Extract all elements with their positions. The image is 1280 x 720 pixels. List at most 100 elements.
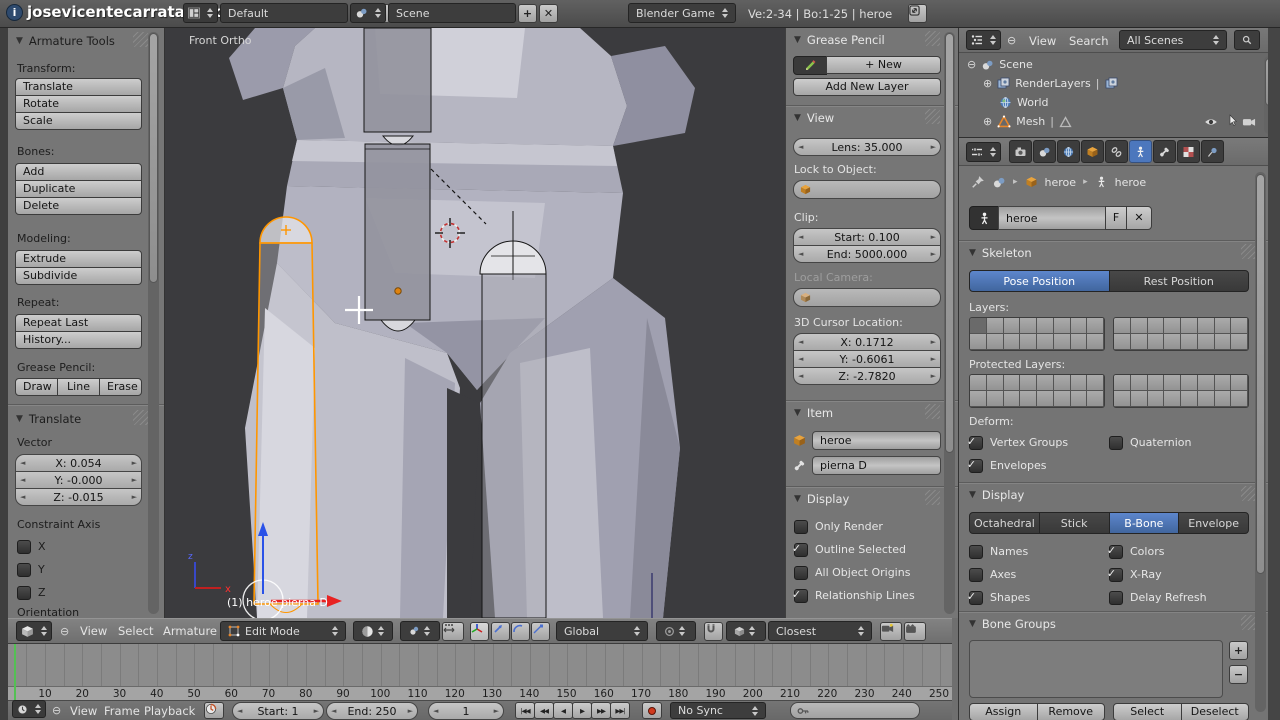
- layer-cell-4[interactable]: [1181, 375, 1198, 391]
- checkbox-names[interactable]: [969, 544, 983, 559]
- layer-cell-5[interactable]: [1053, 318, 1071, 334]
- current-frame-field[interactable]: ◄ 1 ►: [428, 702, 504, 720]
- bone-group-select-button[interactable]: Select: [1113, 703, 1182, 720]
- panel-resize-grip[interactable]: [133, 32, 148, 47]
- layer-cell-12[interactable]: [1037, 391, 1054, 407]
- layer-cell-13[interactable]: [1197, 334, 1215, 350]
- local-camera-field[interactable]: [793, 288, 941, 307]
- outliner-menu-search[interactable]: Search: [1069, 34, 1109, 48]
- layer-cell-1[interactable]: [1130, 318, 1148, 334]
- transform-rotate-button[interactable]: Rotate: [15, 95, 142, 113]
- increment-icon[interactable]: ►: [494, 707, 499, 715]
- add-scene-button[interactable]: +: [518, 3, 537, 23]
- checkbox-envelopes[interactable]: ✓: [967, 458, 983, 473]
- layer-cell-6[interactable]: [1214, 375, 1232, 391]
- visibility-eye-icon[interactable]: [1204, 116, 1218, 128]
- increment-icon[interactable]: ►: [931, 250, 936, 258]
- delete-scene-button[interactable]: ✕: [539, 3, 558, 23]
- layer-cell-8[interactable]: [970, 334, 987, 350]
- gpencil-erase-button[interactable]: Erase: [99, 378, 142, 396]
- increment-icon[interactable]: ►: [408, 707, 413, 715]
- option-outline-selected[interactable]: ✓ Outline Selected: [792, 538, 915, 561]
- layer-cell-14[interactable]: [1214, 334, 1232, 350]
- layer-cell-7[interactable]: [1087, 375, 1104, 391]
- outliner-item-label[interactable]: World: [1017, 96, 1049, 109]
- toolshelf-scrollbar[interactable]: [148, 32, 159, 614]
- value-slider-x[interactable]: ◄ X: 0.1712 ►: [793, 333, 941, 351]
- panel-header-bone-groups[interactable]: ▼ Bone Groups: [969, 617, 1056, 631]
- panel-header-bone-display[interactable]: ▼ Display: [969, 488, 1024, 502]
- jump-to-end-button[interactable]: ▶▶|: [610, 702, 630, 719]
- layer-cell-0[interactable]: [1114, 318, 1131, 334]
- scene-icon[interactable]: [350, 3, 386, 23]
- transform-scale-button[interactable]: Scale: [15, 112, 142, 130]
- realtime-clock-icon[interactable]: [204, 702, 224, 719]
- properties-editor-type-icon[interactable]: [966, 141, 1001, 162]
- jump-to-start-button[interactable]: |◀◀: [515, 702, 535, 719]
- render-engine-selector[interactable]: Blender Game: [628, 3, 736, 23]
- option-relationship-lines[interactable]: ✓ Relationship Lines: [792, 584, 915, 607]
- layer-cell-15[interactable]: [1087, 334, 1104, 350]
- timeline-menu-playback[interactable]: Playback: [144, 704, 195, 718]
- record-button[interactable]: [642, 702, 662, 719]
- outliner-row-scene[interactable]: ⊖ Scene: [967, 58, 1033, 71]
- modeling-extrude-button[interactable]: Extrude: [15, 250, 142, 268]
- layer-cell-13[interactable]: [1197, 391, 1215, 407]
- add-new-layer-button[interactable]: Add New Layer: [793, 78, 941, 96]
- mode-selector[interactable]: Edit Mode: [220, 621, 346, 641]
- viewport-menu-select[interactable]: Select: [118, 624, 153, 638]
- layer-cell-9[interactable]: [1130, 391, 1148, 407]
- option-quaternion[interactable]: Quaternion: [1109, 431, 1192, 454]
- layer-cell-9[interactable]: [986, 334, 1004, 350]
- layer-cell-12[interactable]: [1181, 391, 1198, 407]
- next-keyframe-button[interactable]: ▶▶: [591, 702, 611, 719]
- manipulator-scale-icon[interactable]: [531, 622, 550, 641]
- panel-resize-grip[interactable]: [925, 109, 940, 124]
- tab-world[interactable]: [1057, 140, 1080, 163]
- collapse-menus-icon[interactable]: ⊖: [52, 704, 61, 717]
- viewport-editor-type-icon[interactable]: [16, 621, 52, 641]
- frame-end-field[interactable]: ◄ End: 250 ►: [326, 702, 418, 720]
- layout-selector[interactable]: Default: [220, 3, 348, 23]
- bone-group-assign-button[interactable]: Assign: [969, 703, 1038, 720]
- layer-cell-8[interactable]: [1114, 334, 1131, 350]
- datablock-name-input[interactable]: heroe: [998, 206, 1106, 230]
- layer-cell-4[interactable]: [1181, 318, 1198, 334]
- option-delay-refresh[interactable]: Delay Refresh: [1109, 586, 1207, 609]
- value-slider-y[interactable]: ◄ Y: -0.6061 ►: [793, 350, 941, 368]
- modeling-subdivide-button[interactable]: Subdivide: [15, 267, 142, 285]
- panel-resize-grip[interactable]: [133, 410, 148, 425]
- layer-cell-6[interactable]: [1070, 375, 1088, 391]
- transform-orientation-selector[interactable]: Global: [556, 621, 648, 641]
- panel-header-item[interactable]: ▼ Item: [794, 406, 833, 420]
- keying-set-field[interactable]: [790, 702, 920, 719]
- checkbox-x[interactable]: [17, 539, 31, 554]
- option-z[interactable]: Z: [17, 581, 46, 604]
- layer-cell-5[interactable]: [1197, 375, 1215, 391]
- layer-cell-13[interactable]: [1053, 334, 1071, 350]
- proportional-edit-selector[interactable]: [656, 621, 696, 641]
- tab-render[interactable]: [1009, 140, 1032, 163]
- bone-spine-upper[interactable]: [363, 28, 432, 133]
- layer-cell-2[interactable]: [1147, 375, 1165, 391]
- mode-button-b-bone[interactable]: B-Bone: [1108, 512, 1180, 534]
- layer-cell-10[interactable]: [1147, 334, 1165, 350]
- option-only-render[interactable]: Only Render: [794, 515, 915, 538]
- outliner-menu-view[interactable]: View: [1029, 34, 1056, 48]
- value-slider-x[interactable]: ◄ X: 0.054 ►: [15, 454, 142, 472]
- layer-cell-3[interactable]: [1020, 318, 1037, 334]
- layer-cell-1[interactable]: [986, 375, 1004, 391]
- frame-start-field[interactable]: ◄ Start: 1 ►: [232, 702, 324, 720]
- pivot-point-selector[interactable]: [400, 621, 440, 641]
- checkbox-colors[interactable]: ✓: [1107, 544, 1123, 559]
- checkbox-relationship-lines[interactable]: ✓: [792, 588, 808, 603]
- remove-bone-group-button[interactable]: −: [1229, 665, 1248, 684]
- layer-cell-11[interactable]: [1164, 391, 1181, 407]
- bone-tail-ball[interactable]: [394, 287, 402, 295]
- tab-object[interactable]: [1081, 140, 1104, 163]
- object-name-input[interactable]: heroe: [812, 431, 941, 450]
- layer-cell-1[interactable]: [986, 318, 1004, 334]
- increment-icon[interactable]: ►: [931, 143, 936, 151]
- layer-cell-6[interactable]: [1070, 318, 1088, 334]
- selectable-cursor-icon[interactable]: [1226, 114, 1238, 127]
